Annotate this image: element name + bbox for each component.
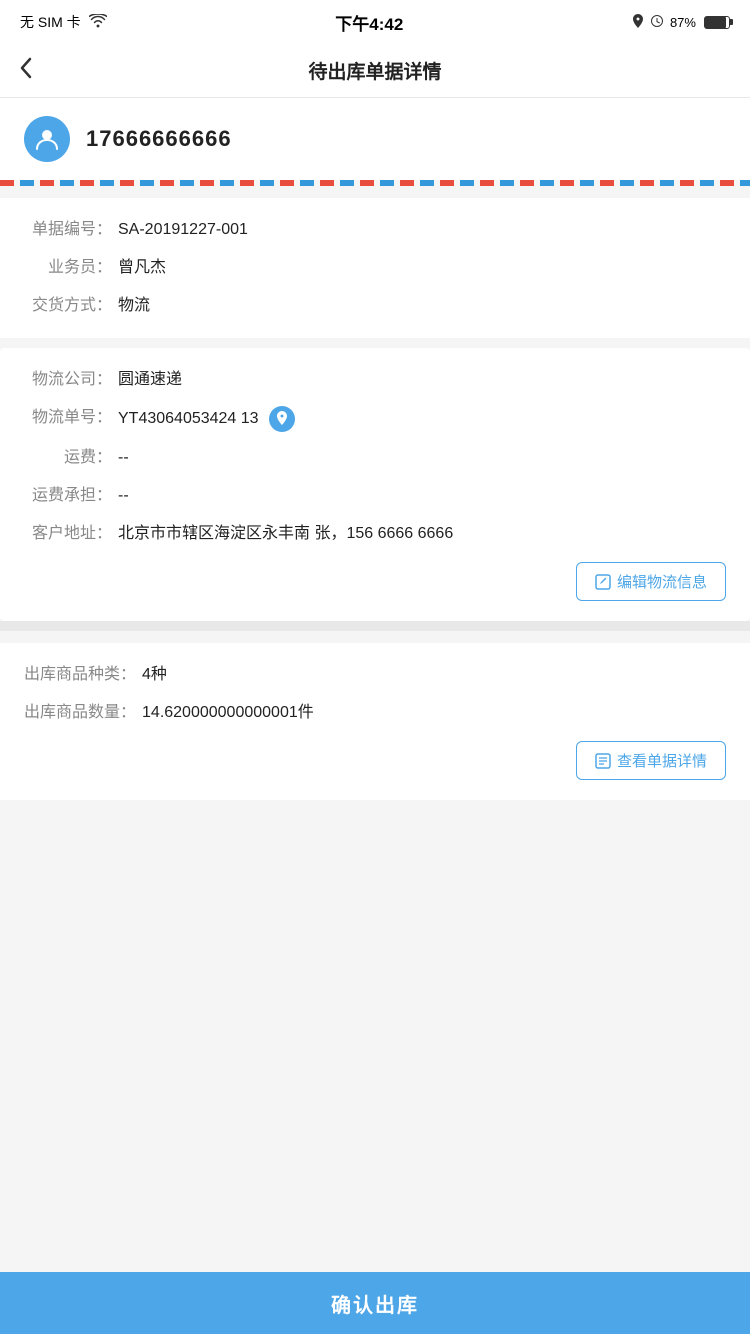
customer-header: 17666666666	[0, 98, 750, 180]
salesperson-label: 业务员：	[24, 256, 112, 280]
address-value: 北京市市辖区海淀区永丰南 张，156 6666 6666	[118, 522, 726, 546]
alarm-icon	[650, 14, 664, 31]
quantity-label: 出库商品数量：	[24, 701, 136, 725]
company-value: 圆通速递	[118, 368, 726, 392]
tracking-no-row: 物流单号： YT43064053424 13	[24, 406, 726, 432]
location-icon	[632, 14, 644, 31]
back-button[interactable]	[20, 49, 44, 93]
freight-bearer-row: 运费承担： --	[24, 484, 726, 508]
company-row: 物流公司： 圆通速递	[24, 368, 726, 392]
nav-bar: 待出库单据详情	[0, 44, 750, 98]
view-detail-btn-row: 查看单据详情	[24, 741, 726, 780]
status-time: 下午4:42	[335, 10, 403, 35]
status-right: 87%	[632, 14, 730, 31]
bottom-space	[0, 800, 750, 880]
freight-value: --	[118, 446, 726, 470]
avatar	[24, 116, 70, 162]
order-no-row: 单据编号： SA-20191227-001	[24, 218, 726, 242]
freight-row: 运费： --	[24, 446, 726, 470]
address-label: 客户地址：	[24, 522, 112, 546]
section-separator	[0, 621, 750, 631]
quantity-value: 14.620000000000001件	[142, 701, 726, 725]
freight-bearer-label: 运费承担：	[24, 484, 112, 508]
page-title: 待出库单据详情	[308, 57, 441, 84]
customer-phone: 17666666666	[86, 126, 232, 152]
tracking-no-value: YT43064053424 13	[118, 406, 726, 432]
goods-section: 出库商品种类： 4种 出库商品数量： 14.620000000000001件 查…	[0, 643, 750, 800]
salesperson-value: 曾凡杰	[118, 256, 726, 280]
battery-icon	[704, 16, 730, 29]
delivery-method-label: 交货方式：	[24, 294, 112, 318]
wifi-icon	[89, 14, 107, 31]
confirm-button[interactable]: 确认出库	[0, 1272, 750, 1334]
type-count-label: 出库商品种类：	[24, 663, 136, 687]
delivery-method-value: 物流	[118, 294, 726, 318]
quantity-row: 出库商品数量： 14.620000000000001件	[24, 701, 726, 725]
logistics-section: 物流公司： 圆通速递 物流单号： YT43064053424 13 运费： --…	[0, 348, 750, 621]
delivery-method-row: 交货方式： 物流	[24, 294, 726, 318]
order-no-label: 单据编号：	[24, 218, 112, 242]
tracking-no-label: 物流单号：	[24, 406, 112, 430]
edit-logistics-button[interactable]: 编辑物流信息	[576, 562, 726, 601]
order-no-value: SA-20191227-001	[118, 218, 726, 242]
company-label: 物流公司：	[24, 368, 112, 392]
view-detail-button[interactable]: 查看单据详情	[576, 741, 726, 780]
type-count-value: 4种	[142, 663, 726, 687]
dashed-divider	[0, 180, 750, 186]
edit-logistics-btn-row: 编辑物流信息	[24, 562, 726, 601]
freight-label: 运费：	[24, 446, 112, 470]
address-row: 客户地址： 北京市市辖区海淀区永丰南 张，156 6666 6666	[24, 522, 726, 546]
status-bar: 无 SIM 卡 下午4:42 87%	[0, 0, 750, 44]
salesperson-row: 业务员： 曾凡杰	[24, 256, 726, 280]
order-basic-info: 单据编号： SA-20191227-001 业务员： 曾凡杰 交货方式： 物流	[0, 198, 750, 338]
freight-bearer-value: --	[118, 484, 726, 508]
map-pin-icon[interactable]	[269, 406, 295, 432]
battery-label: 87%	[670, 15, 696, 30]
status-left: 无 SIM 卡	[20, 12, 107, 32]
sim-label: 无 SIM 卡	[20, 12, 81, 32]
type-count-row: 出库商品种类： 4种	[24, 663, 726, 687]
